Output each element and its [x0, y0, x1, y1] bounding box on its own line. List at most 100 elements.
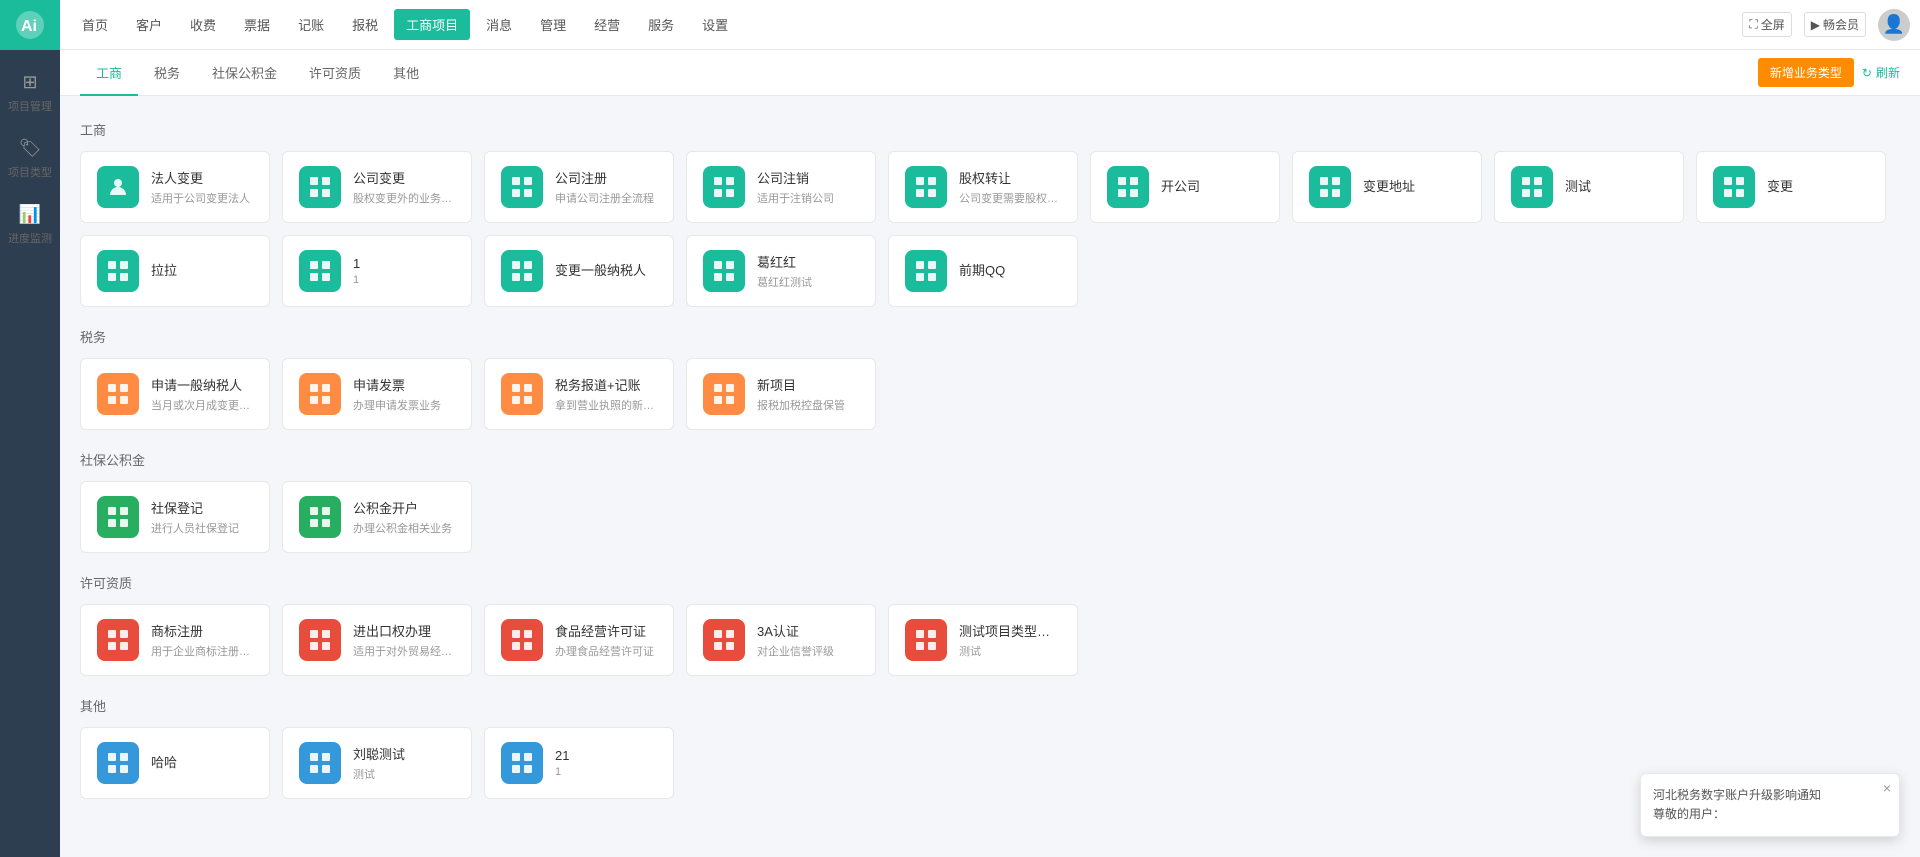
tag-icon: 🏷 [19, 138, 42, 159]
service-card[interactable]: 申请发票办理申请发票业务 [282, 358, 472, 430]
service-card[interactable]: 食品经营许可证办理食品经营许可证 [484, 604, 674, 676]
service-card[interactable]: 法人变更适用于公司变更法人 [80, 151, 270, 223]
card-name: 1 [353, 256, 455, 271]
card-icon [1511, 166, 1553, 208]
card-name: 申请发票 [353, 375, 455, 394]
service-card[interactable]: 公司注册申请公司注册全流程 [484, 151, 674, 223]
service-card[interactable]: 变更一般纳税人 [484, 235, 674, 307]
card-name: 3A认证 [757, 621, 859, 640]
service-card[interactable]: 拉拉 [80, 235, 270, 307]
chart-icon: 📊 [19, 204, 41, 225]
nav-fee[interactable]: 收费 [178, 9, 228, 40]
member-button[interactable]: ▶ 畅会员 [1804, 12, 1866, 37]
card-text: 法人变更适用于公司变更法人 [151, 168, 253, 206]
nav-service[interactable]: 服务 [636, 9, 686, 40]
nav-ticket[interactable]: 票据 [232, 9, 282, 40]
card-text: 申请发票办理申请发票业务 [353, 375, 455, 413]
card-desc: 办理申请发票业务 [353, 397, 455, 413]
card-text: 变更地址 [1363, 176, 1465, 198]
service-card[interactable]: 变更 [1696, 151, 1886, 223]
service-card[interactable]: 变更地址 [1292, 151, 1482, 223]
new-type-button[interactable]: 新增业务类型 [1758, 58, 1854, 87]
fullscreen-button[interactable]: ⛶ 全屏 [1742, 12, 1791, 37]
card-name: 测试 [1565, 176, 1667, 195]
nav-client[interactable]: 客户 [124, 9, 174, 40]
card-text: 社保登记进行人员社保登记 [151, 498, 253, 536]
card-icon [97, 373, 139, 415]
sidebar-item-project-type[interactable]: 🏷 项目类型 [0, 126, 60, 192]
card-icon [299, 496, 341, 538]
service-card[interactable]: 前期QQ [888, 235, 1078, 307]
service-card[interactable]: 测试 [1494, 151, 1684, 223]
main-area: 首页 客户 收费 票据 记账 报税 工商项目 消息 管理 经营 服务 设置 ⛶ … [60, 0, 1920, 857]
app-logo[interactable]: Ai [0, 0, 60, 50]
nav-home[interactable]: 首页 [70, 9, 120, 40]
section-title-qita: 其他 [80, 696, 1900, 715]
card-text: 公司变更股权变更外的业务变更 [353, 168, 455, 206]
grid-icon: ⊞ [22, 72, 37, 93]
card-text: 测试项目类型目定义测试 [959, 621, 1061, 659]
refresh-icon: ↻ [1862, 66, 1872, 80]
member-icon: ▶ [1811, 18, 1820, 32]
card-desc: 葛红红测试 [757, 274, 859, 290]
card-icon [501, 166, 543, 208]
card-icon [97, 496, 139, 538]
service-card[interactable]: 社保登记进行人员社保登记 [80, 481, 270, 553]
card-desc: 1 [353, 274, 455, 286]
card-name: 葛红红 [757, 252, 859, 271]
service-card[interactable]: 刘聪测试测试 [282, 727, 472, 799]
card-name: 新项目 [757, 375, 859, 394]
section-title-shuiwu: 税务 [80, 327, 1900, 346]
card-icon [97, 619, 139, 661]
service-card[interactable]: 葛红红葛红红测试 [686, 235, 876, 307]
card-name: 哈哈 [151, 752, 253, 771]
service-card[interactable]: 进出口权办理适用于对外贸易经营者 [282, 604, 472, 676]
card-text: 变更 [1767, 176, 1869, 198]
nav-message[interactable]: 消息 [474, 9, 524, 40]
tab-xuke[interactable]: 许可资质 [293, 51, 377, 96]
card-name: 21 [555, 748, 657, 763]
card-text: 开公司 [1161, 176, 1263, 198]
nav-tax[interactable]: 报税 [340, 9, 390, 40]
avatar[interactable]: 👤 [1878, 9, 1910, 41]
nav-business[interactable]: 工商项目 [394, 9, 470, 40]
nav-operate[interactable]: 经营 [582, 9, 632, 40]
tab-shebao[interactable]: 社保公积金 [196, 51, 293, 96]
card-desc: 公司变更需要股权转让 [959, 190, 1061, 206]
service-card[interactable]: 开公司 [1090, 151, 1280, 223]
fullscreen-icon: ⛶ [1749, 17, 1757, 32]
service-card[interactable]: 股权转让公司变更需要股权转让 [888, 151, 1078, 223]
card-text: 211 [555, 748, 657, 778]
sidebar-item-progress[interactable]: 📊 进度监测 [0, 192, 60, 258]
service-card[interactable]: 公积金开户办理公积金相关业务 [282, 481, 472, 553]
nav-bookkeeping[interactable]: 记账 [286, 9, 336, 40]
notification-close[interactable]: × [1883, 780, 1891, 796]
card-text: 进出口权办理适用于对外贸易经营者 [353, 621, 455, 659]
nav-manage[interactable]: 管理 [528, 9, 578, 40]
service-card[interactable]: 新项目报税加税控盘保管 [686, 358, 876, 430]
card-icon [1107, 166, 1149, 208]
card-icon [97, 742, 139, 784]
tab-gongshang[interactable]: 工商 [80, 51, 138, 96]
card-desc: 测试 [959, 643, 1061, 659]
service-card[interactable]: 哈哈 [80, 727, 270, 799]
service-card[interactable]: 211 [484, 727, 674, 799]
service-card[interactable]: 11 [282, 235, 472, 307]
sidebar-item-project-mgmt[interactable]: ⊞ 项目管理 [0, 60, 60, 126]
card-icon [1309, 166, 1351, 208]
service-card[interactable]: 税务报道+记账拿到营业执照的新公司 [484, 358, 674, 430]
service-card[interactable]: 测试项目类型目定义测试 [888, 604, 1078, 676]
service-card[interactable]: 公司变更股权变更外的业务变更 [282, 151, 472, 223]
card-text: 变更一般纳税人 [555, 260, 657, 282]
card-icon [299, 742, 341, 784]
service-card[interactable]: 公司注销适用于注销公司 [686, 151, 876, 223]
service-card[interactable]: 商标注册用于企业商标注册服务 [80, 604, 270, 676]
card-desc: 报税加税控盘保管 [757, 397, 859, 413]
service-card[interactable]: 申请一般纳税人当月或次月成变更完成 [80, 358, 270, 430]
card-name: 公积金开户 [353, 498, 455, 517]
tab-shuiwu[interactable]: 税务 [138, 51, 196, 96]
tab-qita[interactable]: 其他 [377, 51, 435, 96]
nav-settings[interactable]: 设置 [690, 9, 740, 40]
service-card[interactable]: 3A认证对企业信誉评级 [686, 604, 876, 676]
refresh-button[interactable]: ↻ 刷新 [1862, 64, 1900, 81]
